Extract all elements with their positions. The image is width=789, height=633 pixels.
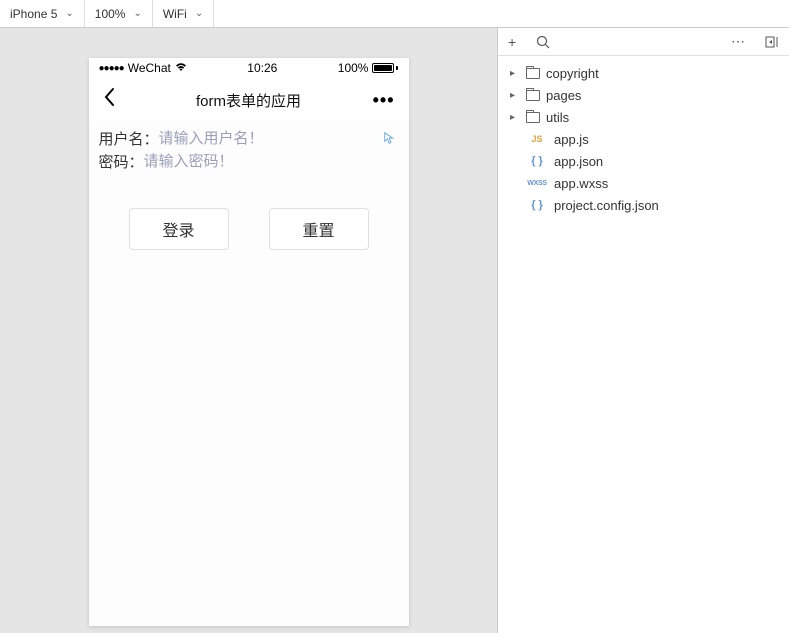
file-name: app.json [554, 154, 603, 169]
back-button[interactable] [103, 87, 115, 113]
button-row: 登录 重置 [99, 208, 399, 250]
folder-row[interactable]: ▸ copyright [498, 62, 789, 84]
folder-name: pages [546, 88, 581, 103]
username-label: 用户名： [99, 128, 159, 149]
caret-icon: ▸ [510, 90, 520, 101]
network-label: WiFi [163, 7, 187, 21]
zoom-label: 100% [95, 7, 126, 21]
username-input[interactable] [159, 130, 383, 147]
page-content: 用户名： 密码： 登录 重置 [89, 122, 409, 626]
battery-label: 100% [338, 61, 369, 75]
device-selector[interactable]: iPhone 5 ⌄ [0, 0, 85, 27]
file-row[interactable]: JS app.js [498, 128, 789, 150]
login-button[interactable]: 登录 [129, 208, 229, 250]
folder-row[interactable]: ▸ pages [498, 84, 789, 106]
file-type-icon: JS [526, 134, 548, 144]
folder-icon [526, 68, 540, 79]
password-label: 密码： [99, 151, 144, 172]
password-input[interactable] [144, 153, 399, 170]
wifi-icon [175, 61, 187, 75]
explorer-toolbar: + ⋯ [498, 28, 789, 56]
file-tree: ▸ copyright ▸ pages ▸ utils JS app.js { } app.jso… [498, 56, 789, 222]
top-toolbar: iPhone 5 ⌄ 100% ⌄ WiFi ⌄ [0, 0, 789, 28]
add-button[interactable]: + [508, 34, 516, 50]
more-button[interactable]: ••• [373, 90, 395, 111]
zoom-selector[interactable]: 100% ⌄ [85, 0, 153, 27]
folder-name: copyright [546, 66, 599, 81]
folder-row[interactable]: ▸ utils [498, 106, 789, 128]
file-row[interactable]: WXSS app.wxss [498, 172, 789, 194]
simulator-pane: ●●●●● WeChat 10:26 100% [0, 28, 497, 633]
cursor-icon [383, 131, 399, 147]
phone-frame: ●●●●● WeChat 10:26 100% [89, 58, 409, 626]
folder-icon [526, 112, 540, 123]
file-name: app.js [554, 132, 589, 147]
folder-icon [526, 90, 540, 101]
main-area: ●●●●● WeChat 10:26 100% [0, 28, 789, 633]
folder-name: utils [546, 110, 569, 125]
username-field: 用户名： [99, 128, 399, 149]
file-type-icon: { } [526, 155, 548, 167]
chevron-down-icon: ⌄ [133, 8, 141, 19]
collapse-panel-button[interactable] [765, 35, 779, 49]
time-label: 10:26 [247, 61, 277, 75]
signal-icon: ●●●●● [99, 63, 124, 74]
carrier-label: WeChat [128, 61, 171, 75]
battery-icon [372, 63, 398, 73]
file-row[interactable]: { } app.json [498, 150, 789, 172]
file-explorer-pane: + ⋯ ▸ copyright ▸ pages ▸ utils JS app.js { } app… [497, 28, 789, 633]
reset-button[interactable]: 重置 [269, 208, 369, 250]
chevron-down-icon: ⌄ [65, 8, 73, 19]
file-row[interactable]: { } project.config.json [498, 194, 789, 216]
status-bar: ●●●●● WeChat 10:26 100% [89, 58, 409, 78]
file-name: app.wxss [554, 176, 608, 191]
file-type-icon: { } [526, 199, 548, 211]
search-button[interactable] [536, 35, 550, 49]
page-title: form表单的应用 [89, 90, 409, 111]
password-field: 密码： [99, 151, 399, 172]
caret-icon: ▸ [510, 112, 520, 123]
file-name: project.config.json [554, 198, 659, 213]
device-label: iPhone 5 [10, 7, 57, 21]
more-options-button[interactable]: ⋯ [731, 33, 745, 50]
nav-bar: form表单的应用 ••• [89, 78, 409, 122]
caret-icon: ▸ [510, 68, 520, 79]
chevron-down-icon: ⌄ [195, 8, 203, 19]
network-selector[interactable]: WiFi ⌄ [153, 0, 214, 27]
file-type-icon: WXSS [526, 180, 548, 187]
